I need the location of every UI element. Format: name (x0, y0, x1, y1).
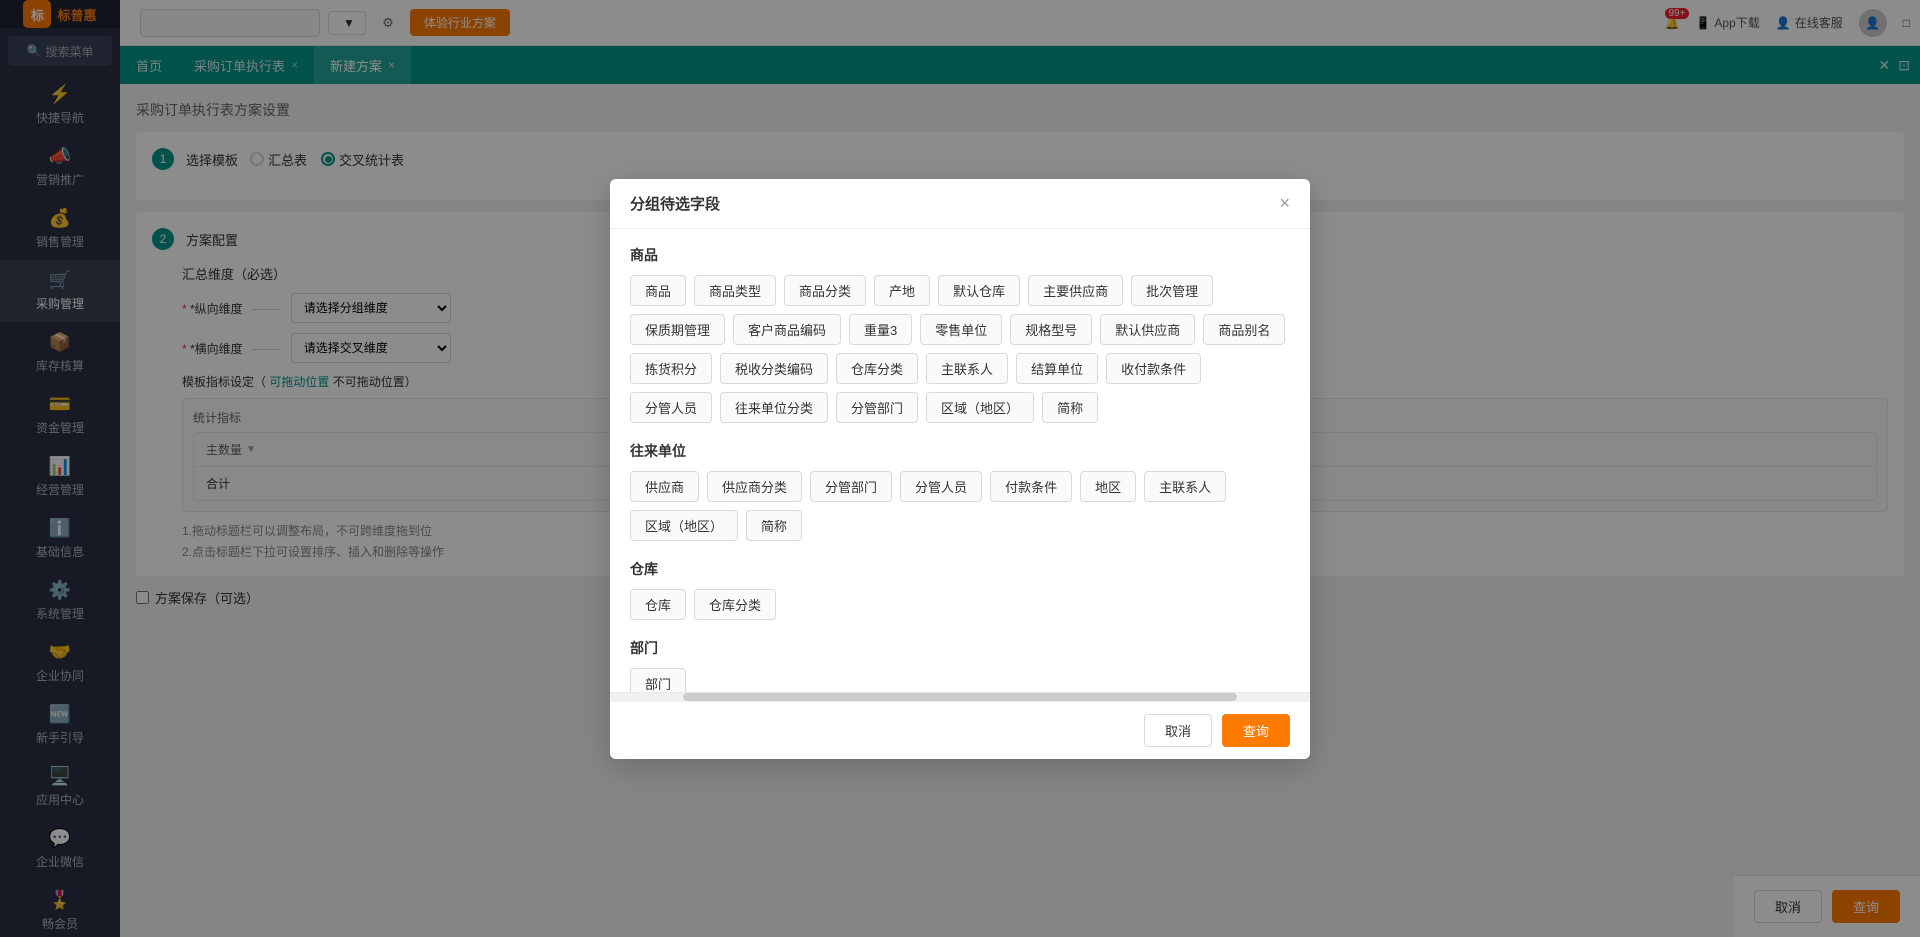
field-tag-0-3[interactable]: 产地 (874, 275, 930, 306)
field-group-0: 商品商品商品类型商品分类产地默认仓库主要供应商批次管理保质期管理客户商品编码重量… (630, 245, 1290, 423)
field-tag-0-22[interactable]: 分管部门 (836, 392, 918, 423)
field-tag-0-4[interactable]: 默认仓库 (938, 275, 1020, 306)
modal-header: 分组待选字段 × (610, 179, 1310, 229)
field-tag-1-6[interactable]: 主联系人 (1144, 471, 1226, 502)
field-tag-1-5[interactable]: 地区 (1080, 471, 1136, 502)
field-tag-0-7[interactable]: 保质期管理 (630, 314, 725, 345)
field-tag-1-3[interactable]: 分管人员 (900, 471, 982, 502)
field-tag-0-10[interactable]: 零售单位 (920, 314, 1002, 345)
field-tag-1-2[interactable]: 分管部门 (810, 471, 892, 502)
field-tag-1-1[interactable]: 供应商分类 (707, 471, 802, 502)
field-tag-1-0[interactable]: 供应商 (630, 471, 699, 502)
field-tag-3-0[interactable]: 部门 (630, 668, 686, 692)
field-tag-0-15[interactable]: 税收分类编码 (720, 353, 828, 384)
field-tags-2: 仓库仓库分类 (630, 589, 1290, 620)
field-group-3: 部门部门 (630, 638, 1290, 692)
hscroll-thumb (683, 693, 1237, 701)
modal-close-btn[interactable]: × (1279, 194, 1290, 212)
field-group-title-0: 商品 (630, 245, 1290, 265)
modal-body[interactable]: 商品商品商品类型商品分类产地默认仓库主要供应商批次管理保质期管理客户商品编码重量… (610, 229, 1310, 692)
field-tags-3: 部门 (630, 668, 1290, 692)
field-group-title-2: 仓库 (630, 559, 1290, 579)
field-tag-0-11[interactable]: 规格型号 (1010, 314, 1092, 345)
field-tag-0-23[interactable]: 区域（地区） (926, 392, 1034, 423)
field-tag-0-14[interactable]: 拣货积分 (630, 353, 712, 384)
modal-footer: 取消 查询 (610, 701, 1310, 759)
field-tags-1: 供应商供应商分类分管部门分管人员付款条件地区主联系人区域（地区） 简称 (630, 471, 1290, 541)
field-tag-0-8[interactable]: 客户商品编码 (733, 314, 841, 345)
field-tag-0-0[interactable]: 商品 (630, 275, 686, 306)
modal-hscroll[interactable] (610, 692, 1310, 701)
field-group-title-1: 往来单位 (630, 441, 1290, 461)
field-tag-0-2[interactable]: 商品分类 (784, 275, 866, 306)
field-tag-0-17[interactable]: 主联系人 (926, 353, 1008, 384)
field-tag-0-5[interactable]: 主要供应商 (1028, 275, 1123, 306)
field-tag-0-20[interactable]: 分管人员 (630, 392, 712, 423)
field-tag-1-4[interactable]: 付款条件 (990, 471, 1072, 502)
modal-title: 分组待选字段 (630, 193, 720, 214)
field-group-2: 仓库仓库仓库分类 (630, 559, 1290, 620)
field-tag-2-1[interactable]: 仓库分类 (694, 589, 776, 620)
modal-overlay: 分组待选字段 × 商品商品商品类型商品分类产地默认仓库主要供应商批次管理保质期管… (0, 0, 1920, 937)
field-group-1: 往来单位供应商供应商分类分管部门分管人员付款条件地区主联系人区域（地区） 简称 (630, 441, 1290, 541)
field-tags-0: 商品商品类型商品分类产地默认仓库主要供应商批次管理保质期管理客户商品编码重量3 零… (630, 275, 1290, 423)
field-select-modal: 分组待选字段 × 商品商品商品类型商品分类产地默认仓库主要供应商批次管理保质期管… (610, 179, 1310, 759)
field-tag-0-1[interactable]: 商品类型 (694, 275, 776, 306)
field-tag-0-18[interactable]: 结算单位 (1016, 353, 1098, 384)
modal-cancel-btn[interactable]: 取消 (1144, 714, 1212, 747)
field-tag-0-9[interactable]: 重量3 (849, 314, 912, 345)
field-tag-0-6[interactable]: 批次管理 (1131, 275, 1213, 306)
modal-confirm-btn[interactable]: 查询 (1222, 714, 1290, 747)
field-tag-0-24[interactable]: 简称 (1042, 392, 1098, 423)
field-tag-0-12[interactable]: 默认供应商 (1100, 314, 1195, 345)
field-tag-1-7[interactable]: 区域（地区） (630, 510, 738, 541)
field-tag-0-13[interactable]: 商品别名 (1203, 314, 1285, 345)
field-tag-2-0[interactable]: 仓库 (630, 589, 686, 620)
field-tag-1-8[interactable]: 简称 (746, 510, 802, 541)
field-tag-0-19[interactable]: 收付款条件 (1106, 353, 1201, 384)
field-tag-0-16[interactable]: 仓库分类 (836, 353, 918, 384)
field-tag-0-21[interactable]: 往来单位分类 (720, 392, 828, 423)
field-group-title-3: 部门 (630, 638, 1290, 658)
